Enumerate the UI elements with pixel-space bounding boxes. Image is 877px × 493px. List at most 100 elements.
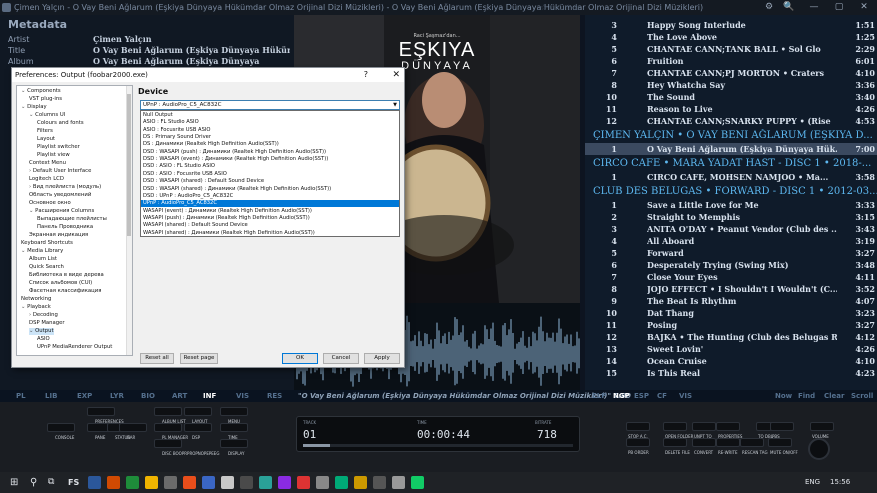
tab-esp[interactable]: ESP xyxy=(634,390,649,402)
taskbar-app-icon[interactable] xyxy=(392,476,405,489)
control-button[interactable] xyxy=(663,438,687,447)
clock[interactable]: 15:56 xyxy=(830,472,850,493)
cancel-button[interactable]: Cancel xyxy=(323,353,359,364)
playlist-row[interactable]: 10 The Sound 3:40 xyxy=(585,91,877,103)
control-button[interactable] xyxy=(154,423,182,432)
dialog-close-button[interactable]: ✕ xyxy=(392,68,400,82)
action-scroll[interactable]: Scroll xyxy=(851,390,873,402)
tree-item[interactable]: Экранная индикация xyxy=(29,232,88,239)
taskbar-app-icon[interactable] xyxy=(297,476,310,489)
device-option[interactable]: ASIO : Focusrite USB ASIO xyxy=(141,127,399,134)
control-button[interactable] xyxy=(716,438,740,447)
playlist-view[interactable]: 3 Happy Song Interlude 1:51 4 The Love Above… xyxy=(585,15,877,390)
tree-item[interactable]: › Decoding xyxy=(29,312,58,319)
playlist-row[interactable]: 11 Reason to Live 4:26 xyxy=(585,103,877,115)
tree-item[interactable]: UPnP MediaRenderer Output xyxy=(37,344,112,351)
tree-item[interactable]: ⌄ Playback xyxy=(21,304,51,311)
control-button[interactable] xyxy=(626,422,650,431)
device-dropdown[interactable]: UPnP : AudioPro_C5_AC832C ▼ xyxy=(140,100,400,110)
device-dropdown-list[interactable]: Null Output ASIO : FL Studio ASIO ASIO : F… xyxy=(140,110,400,237)
tree-item[interactable]: ⌄ Components xyxy=(21,88,61,95)
control-button[interactable] xyxy=(692,422,716,431)
playlist-row[interactable]: 6 Fruition 6:01 xyxy=(585,55,877,67)
tree-item[interactable]: Context Menu xyxy=(29,160,66,167)
device-option[interactable]: Null Output xyxy=(141,112,399,119)
taskbar-app-fs[interactable]: FS xyxy=(68,472,79,493)
device-option[interactable]: DS : Primary Sound Driver xyxy=(141,134,399,141)
device-option[interactable]: DSD : ASIO : FL Studio ASIO xyxy=(141,163,399,170)
device-option[interactable]: DSD : WASAPI (shared) : Default Sound De… xyxy=(141,178,399,185)
playlist-row[interactable]: 10 Dat Thang 3:23 xyxy=(585,307,877,319)
playlist-row[interactable]: 1 CIRCO CAFE, MOHSEN NAMJOO • Ma... 3:58 xyxy=(585,171,877,183)
device-option[interactable]: WASAPI (shared) : Динамики (Realtek High… xyxy=(141,230,399,236)
taskbar-app-icon[interactable] xyxy=(221,476,234,489)
control-button[interactable] xyxy=(220,423,248,432)
playlist-row[interactable]: 12 CHANTAE CANN;SNARKY PUPPY • (Rise 4:53 xyxy=(585,115,877,127)
control-button[interactable] xyxy=(220,407,248,416)
action-now[interactable]: Now xyxy=(775,390,792,402)
taskbar-app-icon[interactable] xyxy=(411,476,424,489)
control-button[interactable] xyxy=(740,438,764,447)
playlist-row[interactable]: 1 O Vay Beni Ağlarum (Eşkiya Dünyaya Hük.… xyxy=(585,143,877,155)
playlist-row[interactable]: 8 JOJO EFFECT • I Shouldn't I Wouldn't (C… xyxy=(585,283,877,295)
taskbar-app-icon[interactable] xyxy=(202,476,215,489)
control-button[interactable] xyxy=(154,439,182,448)
tab-pl[interactable]: PL xyxy=(16,390,26,402)
playlist-row[interactable]: 9 The Beat Is Rhythm 4:07 xyxy=(585,295,877,307)
playlist-row[interactable]: 15 Is This Real 4:23 xyxy=(585,367,877,379)
tree-item[interactable]: Playlist switcher xyxy=(37,144,80,151)
control-button[interactable] xyxy=(770,422,794,431)
language-indicator[interactable]: ENG xyxy=(805,472,820,493)
control-button[interactable] xyxy=(626,438,650,447)
playlist-row[interactable]: 13 Sweet Lovin' 4:26 xyxy=(585,343,877,355)
seek-bar[interactable] xyxy=(303,444,573,447)
control-button[interactable] xyxy=(716,422,740,431)
tab-vis[interactable]: VIS xyxy=(236,390,249,402)
taskbar-app-icon[interactable] xyxy=(278,476,291,489)
taskbar-app-icon[interactable] xyxy=(259,476,272,489)
taskbar-app-icon[interactable] xyxy=(316,476,329,489)
playlist-group-header[interactable]: CIRCO CAFE • MARA YADAT HAST - DISC 1 • … xyxy=(593,157,877,171)
maximize-button[interactable]: ▢ xyxy=(830,0,848,15)
control-button[interactable] xyxy=(220,439,248,448)
tree-item[interactable]: ⌄ Расширения Columns xyxy=(29,208,94,215)
control-button[interactable] xyxy=(87,407,115,416)
playlist-group-header[interactable]: CLUB DES BELUGAS • FORWARD - DISC 1 • 20… xyxy=(593,185,877,199)
playlist-row[interactable]: 7 CHANTAE CANN;PJ MORTON • Craters 4:10 xyxy=(585,67,877,79)
control-button[interactable] xyxy=(663,422,687,431)
tree-item[interactable]: Фасетная классификация xyxy=(29,288,101,295)
tab-lib[interactable]: LIB xyxy=(45,390,57,402)
tab-inf[interactable]: INF xyxy=(203,390,216,402)
apply-button[interactable]: Apply xyxy=(364,353,400,364)
tab-bio[interactable]: BIO xyxy=(141,390,155,402)
ok-button[interactable]: OK xyxy=(282,353,318,364)
tree-item[interactable]: › Default User Interface xyxy=(29,168,91,175)
playlist-row[interactable]: 1 Save a Little Love for Me 3:33 xyxy=(585,199,877,211)
tree-item[interactable]: Основное окно xyxy=(29,200,71,207)
device-option[interactable]: ASIO : FL Studio ASIO xyxy=(141,119,399,126)
device-option[interactable]: DSD : WASAPI (event) : Динамики (Realtek… xyxy=(141,156,399,163)
settings-icon[interactable]: ⚙ xyxy=(760,0,778,15)
playlist-row[interactable]: 14 Ocean Cruise 4:10 xyxy=(585,355,877,367)
start-button[interactable]: ⊞ xyxy=(10,472,18,493)
action-find[interactable]: Find xyxy=(798,390,815,402)
tab-lyr[interactable]: LYR xyxy=(110,390,124,402)
tree-item[interactable]: Layout xyxy=(37,136,55,143)
rating-stars[interactable]: ☆☆☆☆☆ xyxy=(540,0,581,15)
tree-item[interactable]: Logitech LCD xyxy=(29,176,64,183)
playlist-row[interactable]: 4 The Love Above 1:25 xyxy=(585,31,877,43)
tree-item[interactable]: ⌄ Media Library xyxy=(21,248,63,255)
playlist-row[interactable]: 5 Forward 3:27 xyxy=(585,247,877,259)
control-button[interactable] xyxy=(47,423,75,432)
action-clear[interactable]: Clear xyxy=(824,390,844,402)
close-button[interactable]: ✕ xyxy=(855,0,873,15)
tab-ngp[interactable]: NGP xyxy=(613,390,630,402)
control-button[interactable] xyxy=(692,438,716,447)
device-option[interactable]: DSD : WASAPI (shared) : Динамики (Realte… xyxy=(141,186,399,193)
tree-item[interactable]: Networking xyxy=(21,296,51,303)
tree-item[interactable]: ⌄ Output xyxy=(29,328,54,335)
volume-knob[interactable] xyxy=(808,438,830,460)
control-button[interactable] xyxy=(119,423,147,432)
tree-scrollbar[interactable] xyxy=(126,86,132,355)
control-button[interactable] xyxy=(184,423,212,432)
